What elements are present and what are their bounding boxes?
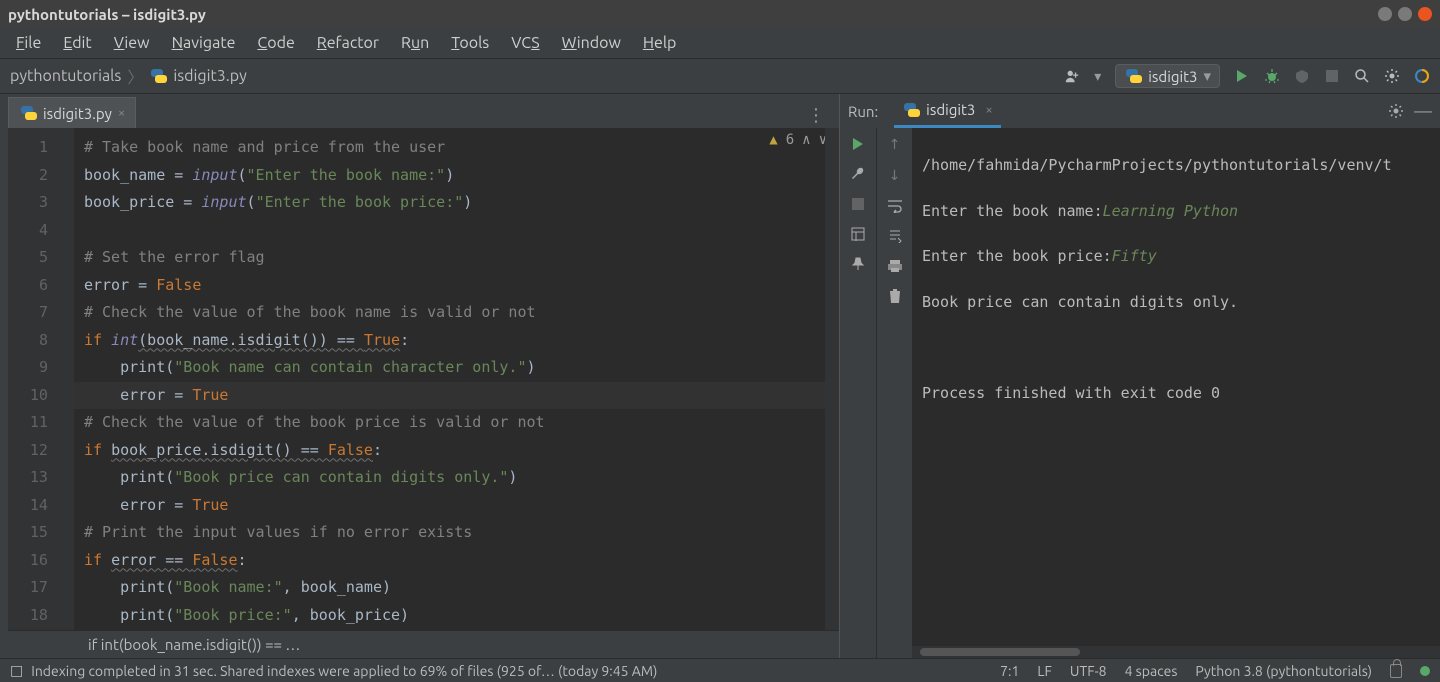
run-configuration-selector[interactable]: isdigit3 ▾ [1115,64,1220,88]
run-console[interactable]: /home/fahmida/PycharmProjects/pythontuto… [912,128,1440,646]
run-tab-label: isdigit3 [926,101,975,118]
code-editor[interactable]: 123 456 789 101112 131415 161718 ▲ 6 ∧ ∨… [8,128,839,630]
python-file-icon [149,67,167,85]
soft-wrap-icon[interactable] [887,198,903,214]
menu-window[interactable]: Window [552,32,631,54]
ide-logo-icon[interactable] [1414,68,1430,84]
menu-refactor[interactable]: Refactor [307,32,389,54]
breadcrumb-file[interactable]: isdigit3.py [149,67,246,85]
stop-run-icon[interactable] [850,196,866,212]
editor-scrollbar[interactable] [825,128,839,630]
editor-tab-label: isdigit3.py [43,105,112,122]
menu-edit[interactable]: Edit [53,32,101,54]
search-icon[interactable] [1354,68,1370,84]
breadcrumb: pythontutorials 〉 isdigit3.py [10,64,247,88]
debug-icon[interactable] [1264,68,1280,84]
python-icon [902,101,920,119]
down-arrow-icon[interactable]: ↓ [889,167,901,184]
menu-view[interactable]: View [104,32,160,54]
status-indicator-icon[interactable] [1420,666,1430,676]
editor-tabstrip: isdigit3.py × ⋮ [8,94,839,128]
menu-tools[interactable]: Tools [441,32,499,54]
run-toolbar-secondary: ↑ ↓ [876,128,912,658]
run-configuration-label: isdigit3 [1148,68,1197,85]
main-area: isdigit3.py × ⋮ 123 456 789 101112 13141… [0,94,1440,658]
window-controls [1378,7,1432,21]
inspection-badge[interactable]: ▲ 6 ∧ ∨ [769,132,827,148]
breadcrumb-separator: 〉 [127,64,143,88]
main-menubar: File Edit View Navigate Code Refactor Ru… [0,28,1440,58]
run-header: Run: isdigit3 × — [840,94,1440,128]
toolbar-right: ▾ isdigit3 ▾ [1064,64,1430,88]
scroll-to-end-icon[interactable] [887,228,903,244]
status-encoding[interactable]: UTF-8 [1070,663,1107,679]
run-title-label: Run: [848,103,878,120]
status-bar: □ Indexing completed in 31 sec. Shared i… [0,658,1440,682]
inspection-count: 6 [786,132,794,148]
status-interpreter[interactable]: Python 3.8 (pythontutorials) [1195,663,1372,679]
navigation-bar: pythontutorials 〉 isdigit3.py ▾ isdigit3… [0,58,1440,94]
close-button[interactable] [1418,7,1432,21]
lock-icon[interactable] [1390,664,1402,678]
status-line-separator[interactable]: LF [1037,663,1052,679]
code-breadcrumb-label: if int(book_name.isdigit()) == … [88,636,300,653]
status-caret-position[interactable]: 7:1 [1000,663,1019,679]
run-tool-window: Run: isdigit3 × — [840,94,1440,658]
run-icon[interactable] [1234,68,1250,84]
breadcrumb-file-label: isdigit3.py [173,67,246,85]
menu-file[interactable]: File [6,32,51,54]
menu-vcs[interactable]: VCS [501,32,549,54]
pin-icon[interactable] [850,256,866,272]
layout-icon[interactable] [850,226,866,242]
run-settings-icon[interactable] [1388,103,1404,119]
run-toolbar-primary [840,128,876,658]
window-titlebar: pythontutorials – isdigit3.py [0,0,1440,28]
run-tab[interactable]: isdigit3 × [894,95,1001,128]
add-user-icon[interactable] [1064,68,1080,84]
rerun-icon[interactable] [850,136,866,152]
tool-windows-icon[interactable]: □ [10,662,23,679]
menu-run[interactable]: Run [391,32,439,54]
editor-panel: isdigit3.py × ⋮ 123 456 789 101112 13141… [8,94,840,658]
console-scrollbar[interactable] [912,646,1440,658]
print-icon[interactable] [887,258,903,274]
stop-icon[interactable] [1324,68,1340,84]
python-icon [1124,67,1142,85]
console-line: /home/fahmida/PycharmProjects/pythontuto… [922,152,1430,180]
trash-icon[interactable] [887,288,903,304]
chevron-down-icon: ▾ [1203,67,1211,85]
close-tab-icon[interactable]: × [118,106,125,120]
menu-help[interactable]: Help [633,32,687,54]
status-message: Indexing completed in 31 sec. Shared ind… [31,663,657,679]
run-body: ↑ ↓ /home/fahmida/PycharmProjects/python… [840,128,1440,658]
window-title: pythontutorials – isdigit3.py [8,6,206,23]
line-number-gutter: 123 456 789 101112 131415 161718 [8,128,56,630]
tab-more-icon[interactable]: ⋮ [799,102,833,128]
chevron-up-icon[interactable]: ∧ [802,132,810,148]
wrench-icon[interactable] [850,166,866,182]
maximize-button[interactable] [1398,7,1412,21]
editor-tab[interactable]: isdigit3.py × [8,97,136,128]
code-breadcrumb[interactable]: if int(book_name.isdigit()) == … [8,630,839,658]
code-content[interactable]: ▲ 6 ∧ ∨ # Take book name and price from … [74,128,839,630]
left-stripe [0,94,8,658]
settings-icon[interactable] [1384,68,1400,84]
menu-code[interactable]: Code [247,32,304,54]
python-file-icon [19,104,37,122]
breadcrumb-project[interactable]: pythontutorials [10,67,121,85]
close-run-tab-icon[interactable]: × [985,103,992,117]
minimize-button[interactable] [1378,7,1392,21]
hide-panel-icon[interactable]: — [1414,101,1432,121]
menu-navigate[interactable]: Navigate [162,32,246,54]
fold-gutter [56,128,74,630]
status-indent[interactable]: 4 spaces [1125,663,1178,679]
coverage-icon[interactable] [1294,68,1310,84]
up-arrow-icon[interactable]: ↑ [889,136,901,153]
warning-icon: ▲ [769,132,777,148]
